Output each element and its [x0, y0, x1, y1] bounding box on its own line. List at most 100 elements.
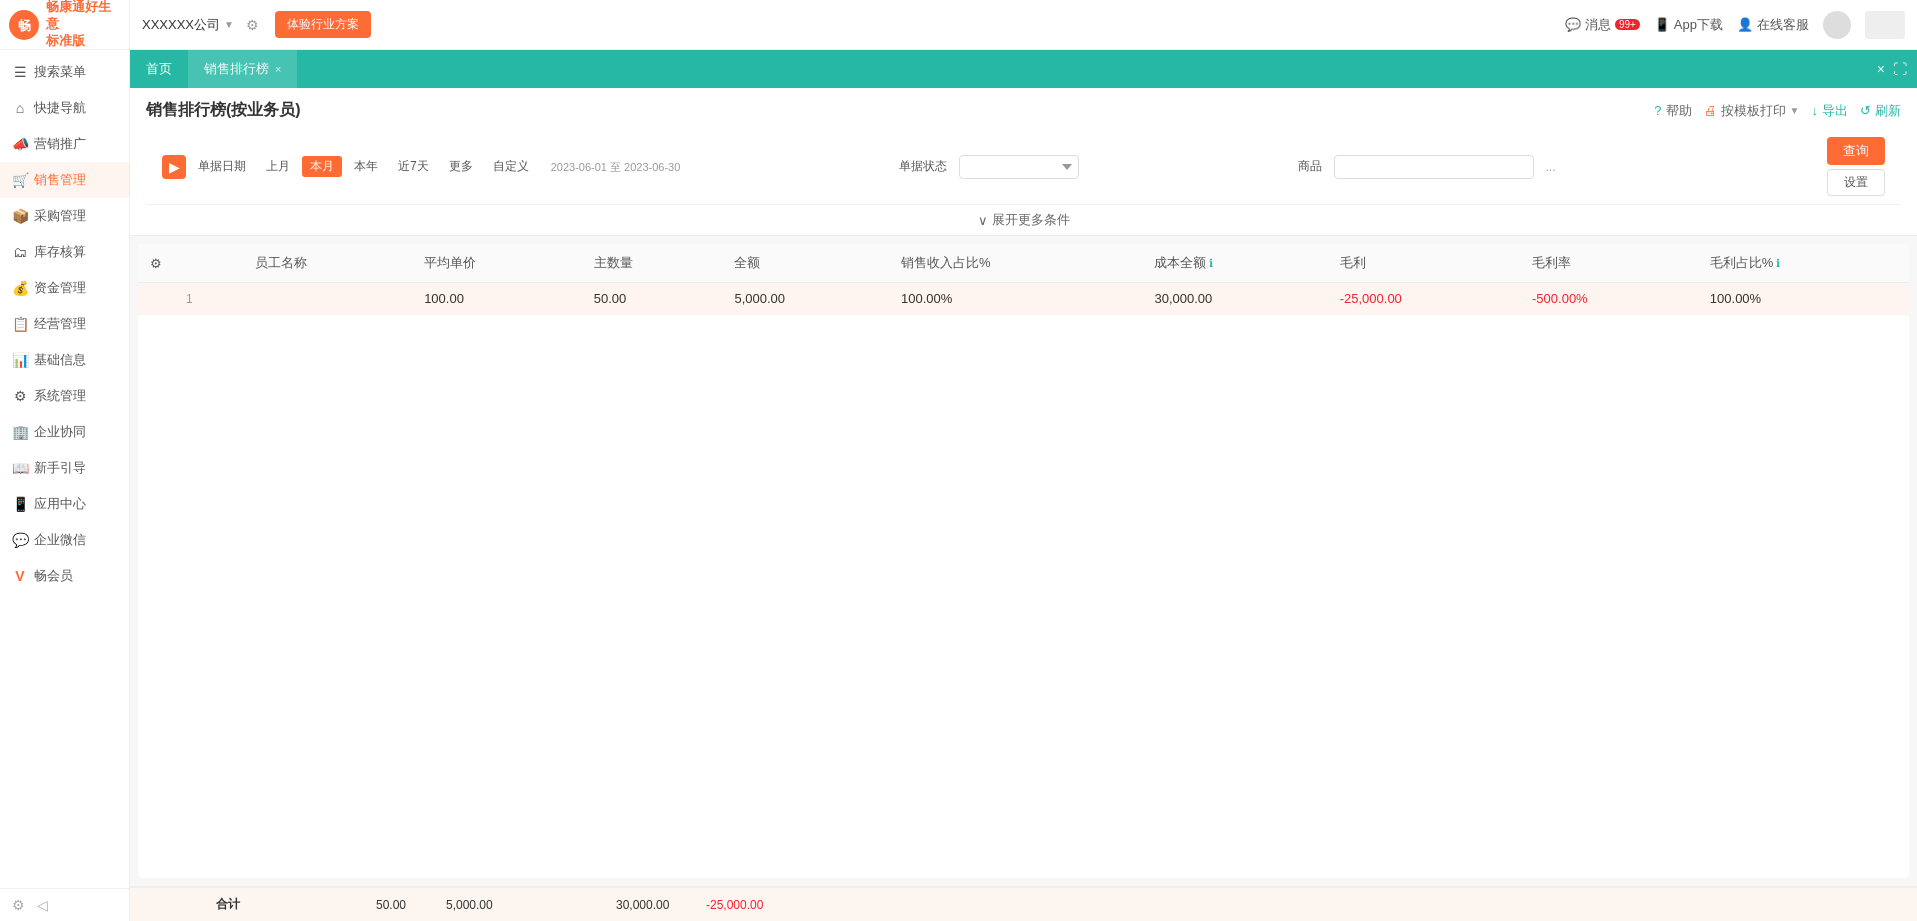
filter-row: ▶ 单据日期 上月 本月 本年 近7天 更多 自定义 2023-06-01 至 … — [162, 137, 1885, 196]
row-avg-price-cell: 100.00 — [412, 283, 582, 315]
sidebar-item-enterprise[interactable]: 🏢 企业协同 — [0, 414, 129, 450]
sidebar-item-label: 企业微信 — [34, 531, 86, 549]
sidebar-item-sales[interactable]: 🛒 销售管理 — [0, 162, 129, 198]
col-profit-pct: 毛利占比% ℹ — [1698, 244, 1909, 283]
row-quantity: 50.00 — [594, 291, 627, 306]
footer-profit: -25,000.00 — [694, 898, 784, 912]
search-button[interactable]: 查询 — [1827, 137, 1885, 165]
sidebar-item-label: 系统管理 — [34, 387, 86, 405]
footer-label: 合计 — [204, 896, 284, 913]
avatar[interactable] — [1823, 11, 1851, 39]
profit-pct-info-icon[interactable]: ℹ — [1776, 257, 1780, 270]
help-button[interactable]: ? 帮助 — [1654, 102, 1691, 120]
sidebar-item-purchase[interactable]: 📦 采购管理 — [0, 198, 129, 234]
footer-amount: 5,000.00 — [434, 898, 514, 912]
finance-icon: 💰 — [12, 280, 28, 296]
tab-home[interactable]: 首页 — [130, 50, 188, 88]
row-cost: 30,000.00 — [1154, 291, 1212, 306]
refresh-label: 刷新 — [1875, 102, 1901, 120]
app-download-item[interactable]: 📱 App下载 — [1654, 16, 1723, 34]
tab-close-icon[interactable]: × — [275, 63, 281, 75]
export-button[interactable]: ↓ 导出 — [1812, 102, 1849, 120]
sidebar-item-guide[interactable]: 📖 新手引导 — [0, 450, 129, 486]
sidebar-nav: ☰ 搜索菜单 ⌂ 快捷导航 📣 营销推广 🛒 销售管理 📦 采购管理 🗂 库存核… — [0, 50, 129, 888]
row-cost-cell: 30,000.00 — [1142, 283, 1327, 315]
sidebar-item-label: 应用中心 — [34, 495, 86, 513]
table-container: ⚙ 员工名称 平均单价 主数量 — [138, 244, 1909, 878]
table-footer: 合计 50.00 5,000.00 30,000.00 -25,000.00 — [130, 886, 1917, 921]
inventory-icon: 🗂 — [12, 244, 28, 260]
app-download-label: App下载 — [1674, 16, 1723, 34]
settings-bottom-icon[interactable]: ⚙ — [12, 897, 25, 913]
date-tab-custom[interactable]: 自定义 — [485, 156, 537, 177]
date-range-display: 2023-06-01 至 2023-06-30 — [551, 158, 681, 175]
tab-sales-ranking-label: 销售排行榜 — [204, 60, 269, 78]
sidebar-item-member[interactable]: V 畅会员 — [0, 558, 129, 594]
tab-sales-ranking[interactable]: 销售排行榜 × — [188, 50, 297, 88]
sidebar-item-finance[interactable]: 💰 资金管理 — [0, 270, 129, 306]
sidebar-item-search-order[interactable]: ☰ 搜索菜单 — [0, 54, 129, 90]
setting-button[interactable]: 设置 — [1827, 169, 1885, 196]
system-icon: ⚙ — [12, 388, 28, 404]
refresh-button[interactable]: ↺ 刷新 — [1860, 102, 1901, 120]
main-area: XXXXXX公司 ▼ ⚙ 体验行业方案 💬 消息 99+ 📱 App下载 👤 在… — [130, 0, 1917, 921]
collapse-icon[interactable]: ◁ — [37, 897, 48, 913]
row-rank-cell: 1 — [174, 283, 243, 315]
date-tab-7days[interactable]: 近7天 — [390, 156, 437, 177]
sidebar-item-basic-info[interactable]: 📊 基础信息 — [0, 342, 129, 378]
sidebar-item-label: 经营管理 — [34, 315, 86, 333]
sidebar-item-app-center[interactable]: 📱 应用中心 — [0, 486, 129, 522]
member-icon: V — [12, 568, 28, 584]
row-profit-rate-cell: -500.00% — [1520, 283, 1698, 315]
col-quantity: 主数量 — [582, 244, 723, 283]
page-content: 销售排行榜(按业务员) ? 帮助 🖨 按模板打印 ▼ ↓ 导出 — [130, 88, 1917, 921]
goods-input[interactable] — [1334, 155, 1534, 179]
sidebar-item-label: 库存核算 — [34, 243, 86, 261]
window-maximize-icon[interactable]: ⛶ — [1893, 61, 1907, 77]
service-icon: 👤 — [1737, 17, 1753, 32]
expand-button[interactable]: ∨ 展开更多条件 — [970, 209, 1078, 231]
print-dropdown-icon: ▼ — [1790, 105, 1800, 116]
sidebar-item-label: 快捷导航 — [34, 99, 86, 117]
date-tab-current-year[interactable]: 本年 — [346, 156, 386, 177]
marketing-icon: 📣 — [12, 136, 28, 152]
col-settings-icon[interactable]: ⚙ — [150, 256, 162, 271]
logo-text: 畅康通好生意 标准版 — [46, 0, 121, 50]
col-profit: 毛利 — [1328, 244, 1520, 283]
row-profit-cell: -25,000.00 — [1328, 283, 1520, 315]
date-tab-more[interactable]: 更多 — [441, 156, 481, 177]
tab-home-label: 首页 — [146, 60, 172, 78]
sidebar-item-label: 畅会员 — [34, 567, 73, 585]
sidebar-item-wechat[interactable]: 💬 企业微信 — [0, 522, 129, 558]
menu-icon: ☰ — [12, 64, 28, 80]
company-settings-icon[interactable]: ⚙ — [246, 17, 259, 33]
date-tab-prev-month[interactable]: 上月 — [258, 156, 298, 177]
sidebar-item-inventory[interactable]: 🗂 库存核算 — [0, 234, 129, 270]
messages-item[interactable]: 💬 消息 99+ — [1565, 16, 1640, 34]
row-profit-pct-cell: 100.00% — [1698, 283, 1909, 315]
row-profit-rate: -500.00% — [1532, 291, 1588, 306]
online-service-label: 在线客服 — [1757, 16, 1809, 34]
status-select[interactable] — [959, 155, 1079, 179]
more-filters-button[interactable]: ... — [1546, 160, 1556, 174]
col-rank — [174, 244, 243, 283]
online-service-item[interactable]: 👤 在线客服 — [1737, 16, 1809, 34]
tab-window-controls: × ⛶ — [1877, 61, 1917, 77]
tabbar: 首页 销售排行榜 × × ⛶ — [130, 50, 1917, 88]
date-tab-current-month[interactable]: 本月 — [302, 156, 342, 177]
print-button[interactable]: 🖨 按模板打印 ▼ — [1704, 102, 1800, 120]
user-name-area — [1865, 11, 1905, 39]
sidebar-item-operation[interactable]: 📋 经营管理 — [0, 306, 129, 342]
filter-toggle-button[interactable]: ▶ — [162, 155, 186, 179]
trial-button[interactable]: 体验行业方案 — [275, 11, 371, 38]
row-profit: -25,000.00 — [1340, 291, 1402, 306]
sidebar-item-quick-nav[interactable]: ⌂ 快捷导航 — [0, 90, 129, 126]
page-title: 销售排行榜(按业务员) — [146, 100, 301, 121]
row-profit-pct: 100.00% — [1710, 291, 1761, 306]
sidebar-item-system[interactable]: ⚙ 系统管理 — [0, 378, 129, 414]
sidebar-item-marketing[interactable]: 📣 营销推广 — [0, 126, 129, 162]
window-close-icon[interactable]: × — [1877, 61, 1885, 77]
export-icon: ↓ — [1812, 103, 1819, 118]
company-selector[interactable]: XXXXXX公司 ▼ — [142, 16, 234, 34]
cost-info-icon[interactable]: ℹ — [1209, 257, 1213, 270]
